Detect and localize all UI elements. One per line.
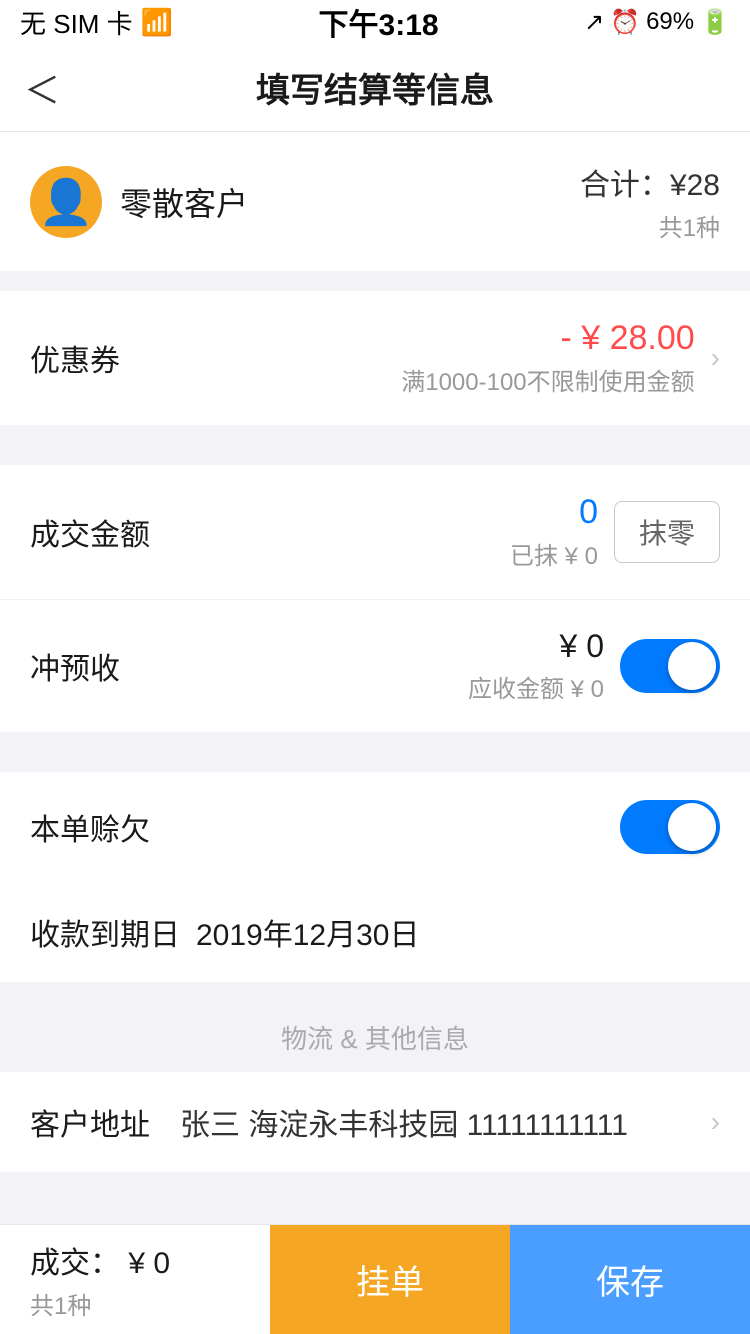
nav-bar: ＜ 填写结算等信息: [0, 44, 750, 132]
prepayment-toggle[interactable]: [620, 639, 720, 693]
bottom-bar: 成交： ¥ 0 共1种 挂单 保存: [0, 1224, 750, 1334]
status-right: ↗ ⏰ 69% 🔋: [584, 8, 730, 37]
deal-amount-right: 0 已抹 ¥ 0 抹零: [510, 493, 720, 571]
toggle-knob: [668, 642, 716, 690]
avatar: 👤: [30, 166, 102, 238]
page-title: 填写结算等信息: [256, 63, 494, 112]
location-icon: ↗: [584, 8, 604, 37]
logistics-divider: 物流 & 其他信息: [0, 1002, 750, 1072]
alarm-icon: ⏰: [610, 8, 640, 37]
coupon-row[interactable]: 优惠券 - ¥ 28.00 满1000-100不限制使用金额 ›: [0, 291, 750, 425]
status-bar: 无 SIM 卡 📶 下午3:18 ↗ ⏰ 69% 🔋: [0, 0, 750, 44]
deal-amount-text: 0 已抹 ¥ 0: [510, 493, 598, 571]
prepayment-text: ¥ 0 应收金额 ¥ 0: [468, 628, 604, 704]
coupon-card: 优惠券 - ¥ 28.00 满1000-100不限制使用金额 ›: [0, 291, 750, 425]
prepayment-row: 冲预收 ¥ 0 应收金额 ¥ 0: [0, 600, 750, 732]
bottom-deal-amount: ¥ 0: [128, 1247, 170, 1280]
prepayment-right: ¥ 0 应收金额 ¥ 0: [468, 628, 720, 704]
prepayment-label: 冲预收: [30, 644, 120, 688]
avatar-icon: 👤: [39, 176, 94, 228]
address-card: 客户地址 张三 海淀永丰科技园 11111111111 ›: [0, 1072, 750, 1172]
customer-card: 👤 零散客户 合计：¥28 共1种: [0, 132, 750, 271]
prepay-receivable: 应收金额 ¥ 0: [468, 669, 604, 704]
battery-icon: 🔋: [700, 8, 730, 37]
bottom-info: 成交： ¥ 0 共1种: [0, 1238, 270, 1321]
bottom-deal: 成交： ¥ 0: [30, 1238, 240, 1282]
section-divider-2: [0, 752, 750, 772]
content: 👤 零散客户 合计：¥28 共1种 优惠券 - ¥ 28.00 满1000-10…: [0, 132, 750, 1322]
section-divider-1: [0, 445, 750, 465]
debt-row: 本单赊欠: [0, 772, 750, 882]
bottom-count: 共1种: [30, 1286, 240, 1321]
deal-prepay-card: 成交金额 0 已抹 ¥ 0 抹零 冲预收 ¥ 0 应收金额 ¥ 0: [0, 465, 750, 732]
coupon-label: 优惠券: [30, 336, 120, 380]
debt-card: 本单赊欠 收款到期日 2019年12月30日: [0, 772, 750, 982]
debt-toggle[interactable]: [620, 800, 720, 854]
customer-total: 合计：¥28 共1种: [580, 160, 720, 243]
due-date-value: 2019年12月30日: [196, 910, 419, 954]
status-time: 下午3:18: [319, 0, 439, 44]
address-label: 客户地址: [30, 1100, 150, 1144]
address-chevron: ›: [711, 1106, 720, 1138]
coupon-desc: 满1000-100不限制使用金额: [401, 362, 694, 397]
address-row[interactable]: 客户地址 张三 海淀永丰科技园 11111111111 ›: [0, 1072, 750, 1172]
already-deducted: 已抹 ¥ 0: [510, 536, 598, 571]
logistics-title: 物流 & 其他信息: [281, 1019, 469, 1056]
hang-button[interactable]: 挂单: [270, 1225, 510, 1334]
status-left: 无 SIM 卡 📶: [20, 4, 173, 41]
total-amount: 合计：¥28: [580, 160, 720, 204]
back-button[interactable]: ＜: [24, 62, 60, 114]
save-button[interactable]: 保存: [510, 1225, 750, 1334]
coupon-amount: - ¥ 28.00: [401, 319, 694, 358]
due-date-label: 收款到期日: [30, 910, 180, 954]
coupon-right-text: - ¥ 28.00 满1000-100不限制使用金额: [401, 319, 694, 397]
coupon-right: - ¥ 28.00 满1000-100不限制使用金额 ›: [401, 319, 720, 397]
total-count: 共1种: [580, 208, 720, 243]
due-date-row: 收款到期日 2019年12月30日: [0, 882, 750, 982]
coupon-chevron: ›: [711, 342, 720, 374]
sim-status: 无 SIM 卡: [20, 4, 133, 41]
debt-label: 本单赊欠: [30, 805, 150, 849]
debt-toggle-knob: [668, 803, 716, 851]
customer-name: 零散客户: [120, 179, 248, 225]
deal-amount-value: 0: [510, 493, 598, 532]
deal-amount-label: 成交金额: [30, 510, 150, 554]
address-value: 张三 海淀永丰科技园 11111111111: [180, 1100, 681, 1144]
customer-row: 👤 零散客户 合计：¥28 共1种: [0, 132, 750, 271]
bottom-deal-label: 成交：: [30, 1247, 120, 1280]
battery-percentage: 69%: [646, 8, 694, 36]
prepay-amount: ¥ 0: [468, 628, 604, 665]
round-zero-button[interactable]: 抹零: [614, 501, 720, 563]
deal-amount-row: 成交金额 0 已抹 ¥ 0 抹零: [0, 465, 750, 600]
wifi-icon: 📶: [141, 7, 173, 38]
customer-info: 👤 零散客户: [30, 166, 248, 238]
